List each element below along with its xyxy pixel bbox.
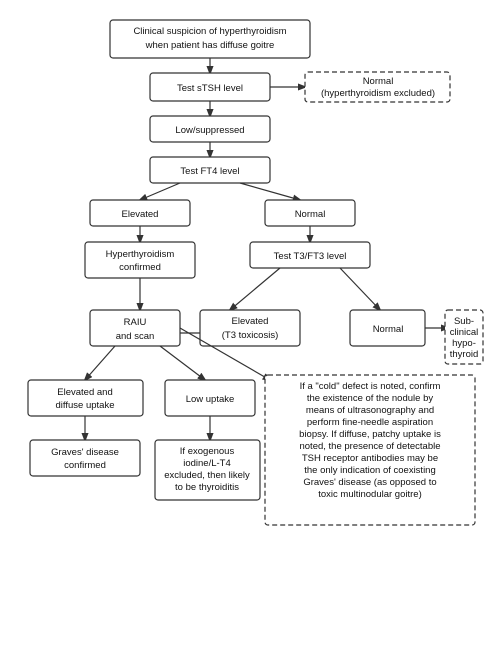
thyroiditis-text-3: excluded, then likely <box>164 470 250 481</box>
elevated2-text-2: (T3 toxicosis) <box>222 330 278 341</box>
cold-text-5: biopsy. If diffuse, patchy uptake is <box>299 429 441 440</box>
raiu-text-2: and scan <box>116 331 155 342</box>
stsh-text: Test sTSH level <box>177 83 243 94</box>
normal2-text: Normal <box>373 324 404 335</box>
cold-text-4: perform fine-needle aspiration <box>307 417 433 428</box>
cold-text-10: toxic multinodular goitre) <box>318 489 422 500</box>
ft4-text: Test FT4 level <box>180 166 239 177</box>
elevated-diffuse-text-2: diffuse uptake <box>56 400 115 411</box>
thyroiditis-text-4: to be thyroiditis <box>175 482 239 493</box>
elevated1-text: Elevated <box>122 209 159 220</box>
arrow-ft4-normal <box>240 183 300 200</box>
cold-text-9: Graves' disease (as opposed to <box>303 477 436 488</box>
cold-text-8: the only indication of coexisting <box>304 465 436 476</box>
hyper-text-2: confirmed <box>119 262 161 273</box>
subclinical-text-1: Sub- <box>454 316 474 327</box>
raiu-text-1: RAIU <box>124 317 147 328</box>
low-uptake-text: Low uptake <box>186 394 235 405</box>
subclinical-text-4: thyroid <box>450 349 479 360</box>
subclinical-text-2: clinical <box>450 327 479 338</box>
thyroiditis-text-1: If exogenous <box>180 446 235 457</box>
cold-text-3: means of ultrasonography and <box>306 405 434 416</box>
cold-text-2: the existence of the nodule by <box>307 393 433 404</box>
normal-tsh-text-2: (hyperthyroidism excluded) <box>321 88 435 99</box>
arrow-ft4-elevated <box>140 183 180 200</box>
graves-text-1: Graves' disease <box>51 447 119 458</box>
cold-text-7: TSH receptor antibodies may be <box>302 453 438 464</box>
arrow-raiu-low-uptake <box>160 346 205 380</box>
start-text-1: Clinical suspicion of hyperthyroidism <box>133 26 286 37</box>
normal1-text: Normal <box>295 209 326 220</box>
thyroiditis-text-2: iodine/L-T4 <box>183 458 231 469</box>
low-text: Low/suppressed <box>175 125 244 136</box>
arrow-t3-elevated2 <box>230 268 280 310</box>
arrow-raiu-elevated-diffuse <box>85 346 115 380</box>
flowchart-diagram: Clinical suspicion of hyperthyroidism wh… <box>0 0 500 668</box>
graves-text-2: confirmed <box>64 460 106 471</box>
elevated-diffuse-text-1: Elevated and <box>57 387 112 398</box>
normal-tsh-text-1: Normal <box>363 76 394 87</box>
start-text-2: when patient has diffuse goitre <box>145 40 275 51</box>
arrow-t3-normal2 <box>340 268 380 310</box>
t3-text: Test T3/FT3 level <box>274 251 347 262</box>
hyper-text-1: Hyperthyroidism <box>106 249 175 260</box>
cold-text-1: If a "cold" defect is noted, confirm <box>300 381 441 392</box>
elevated2-text-1: Elevated <box>232 316 269 327</box>
subclinical-text-3: hypo- <box>452 338 476 349</box>
cold-text-6: noted, the presence of detectable <box>299 441 440 452</box>
